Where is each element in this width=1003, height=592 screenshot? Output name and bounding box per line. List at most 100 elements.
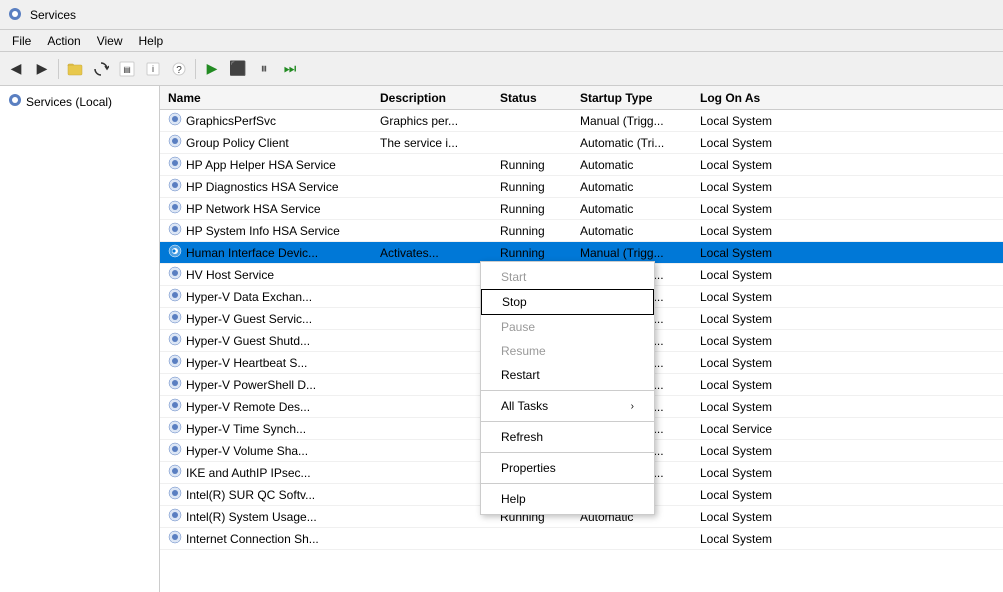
service-logon: Local Service — [700, 422, 820, 436]
service-row[interactable]: HP App Helper HSA Service Running Automa… — [160, 154, 1003, 176]
main-area: Services (Local) Name Description Status… — [0, 86, 1003, 592]
service-icon — [168, 156, 182, 173]
service-icon — [168, 288, 182, 305]
service-logon: Local System — [700, 268, 820, 282]
export-button[interactable]: ▤ — [115, 57, 139, 81]
service-status: Running — [500, 224, 580, 238]
stop-button[interactable]: ⬛ — [226, 57, 250, 81]
context-menu-separator — [481, 390, 654, 391]
service-icon — [168, 112, 182, 129]
services-local-icon — [8, 93, 22, 110]
services-local-item[interactable]: Services (Local) — [4, 90, 155, 113]
service-name: Hyper-V Data Exchan... — [186, 290, 312, 304]
pause-button[interactable]: ⏸ — [252, 57, 276, 81]
resume-button[interactable]: ⏭ — [278, 57, 302, 81]
menu-view[interactable]: View — [89, 32, 131, 50]
ctx-item-label: Properties — [501, 461, 556, 475]
col-header-startup[interactable]: Startup Type — [580, 91, 700, 105]
context-menu-item-help[interactable]: Help — [481, 487, 654, 511]
service-startup: Manual (Trigg... — [580, 114, 700, 128]
col-header-logon[interactable]: Log On As — [700, 91, 820, 105]
service-name: HV Host Service — [186, 268, 274, 282]
service-icon — [168, 266, 182, 283]
svg-text:▤: ▤ — [123, 65, 131, 74]
refresh-button[interactable] — [89, 57, 113, 81]
col-header-name[interactable]: Name — [160, 91, 380, 105]
ctx-item-label: Resume — [501, 344, 546, 358]
menu-bar: File Action View Help — [0, 30, 1003, 52]
context-menu-separator — [481, 421, 654, 422]
context-menu-item-stop[interactable]: Stop — [481, 289, 654, 315]
service-startup: Manual (Trigg... — [580, 246, 700, 260]
service-icon — [168, 508, 182, 525]
service-name: Hyper-V PowerShell D... — [186, 378, 316, 392]
ctx-item-label: Start — [501, 270, 526, 284]
context-menu-item-resume: Resume — [481, 339, 654, 363]
title-bar: Services — [0, 0, 1003, 30]
service-logon: Local System — [700, 356, 820, 370]
service-name: Hyper-V Time Synch... — [186, 422, 306, 436]
app-title: Services — [30, 8, 76, 22]
properties2-button[interactable]: i — [141, 57, 165, 81]
svg-text:?: ? — [176, 65, 182, 76]
service-row[interactable]: HP Network HSA Service Running Automatic… — [160, 198, 1003, 220]
app-icon — [8, 7, 24, 23]
service-name: IKE and AuthIP IPsec... — [186, 466, 311, 480]
service-startup: Automatic — [580, 202, 700, 216]
service-startup: Automatic (Tri... — [580, 136, 700, 150]
menu-help[interactable]: Help — [131, 32, 172, 50]
service-name: Group Policy Client — [186, 136, 289, 150]
service-status: Running — [500, 180, 580, 194]
service-name: HP App Helper HSA Service — [186, 158, 336, 172]
col-header-status[interactable]: Status — [500, 91, 580, 105]
service-startup: Automatic — [580, 224, 700, 238]
service-logon: Local System — [700, 532, 820, 546]
service-logon: Local System — [700, 224, 820, 238]
ctx-item-label: All Tasks — [501, 399, 548, 413]
menu-file[interactable]: File — [4, 32, 39, 50]
back-button[interactable]: ◀ — [4, 57, 28, 81]
submenu-arrow: › — [631, 401, 634, 412]
left-panel: Services (Local) — [0, 86, 160, 592]
service-logon: Local System — [700, 114, 820, 128]
col-header-desc[interactable]: Description — [380, 91, 500, 105]
service-logon: Local System — [700, 290, 820, 304]
service-startup: Automatic — [580, 158, 700, 172]
service-row[interactable]: HP System Info HSA Service Running Autom… — [160, 220, 1003, 242]
service-row[interactable]: GraphicsPerfSvc Graphics per... Manual (… — [160, 110, 1003, 132]
service-desc: Activates... — [380, 246, 500, 260]
service-row[interactable]: Internet Connection Sh... Local System — [160, 528, 1003, 550]
context-menu-separator — [481, 452, 654, 453]
service-row[interactable]: Group Policy Client The service i... Aut… — [160, 132, 1003, 154]
context-menu-item-start: Start — [481, 265, 654, 289]
forward-button[interactable]: ▶ — [30, 57, 54, 81]
service-desc: Graphics per... — [380, 114, 500, 128]
menu-action[interactable]: Action — [39, 32, 88, 50]
table-header: Name Description Status Startup Type Log… — [160, 86, 1003, 110]
folder-button[interactable] — [63, 57, 87, 81]
service-name: Intel(R) SUR QC Softv... — [186, 488, 315, 502]
service-row[interactable]: HP Diagnostics HSA Service Running Autom… — [160, 176, 1003, 198]
toolbar-sep-2 — [195, 59, 196, 79]
service-icon — [168, 244, 182, 261]
context-menu-item-all-tasks[interactable]: All Tasks › — [481, 394, 654, 418]
service-icon — [168, 310, 182, 327]
context-menu: Start StopPause Resume Restart All Tasks › Ref… — [480, 261, 655, 515]
run-button[interactable]: ▶ — [200, 57, 224, 81]
service-name: Internet Connection Sh... — [186, 532, 319, 546]
toolbar-sep-1 — [58, 59, 59, 79]
context-menu-item-pause: Pause — [481, 315, 654, 339]
service-name: HP Network HSA Service — [186, 202, 321, 216]
service-icon — [168, 354, 182, 371]
service-icon — [168, 530, 182, 547]
context-menu-item-restart[interactable]: Restart — [481, 363, 654, 387]
context-menu-item-refresh[interactable]: Refresh — [481, 425, 654, 449]
service-icon — [168, 464, 182, 481]
service-logon: Local System — [700, 180, 820, 194]
service-name: Human Interface Devic... — [186, 246, 318, 260]
service-name: Hyper-V Remote Des... — [186, 400, 310, 414]
context-menu-item-properties[interactable]: Properties — [481, 456, 654, 480]
help2-button[interactable]: ? — [167, 57, 191, 81]
service-logon: Local System — [700, 510, 820, 524]
service-logon: Local System — [700, 312, 820, 326]
